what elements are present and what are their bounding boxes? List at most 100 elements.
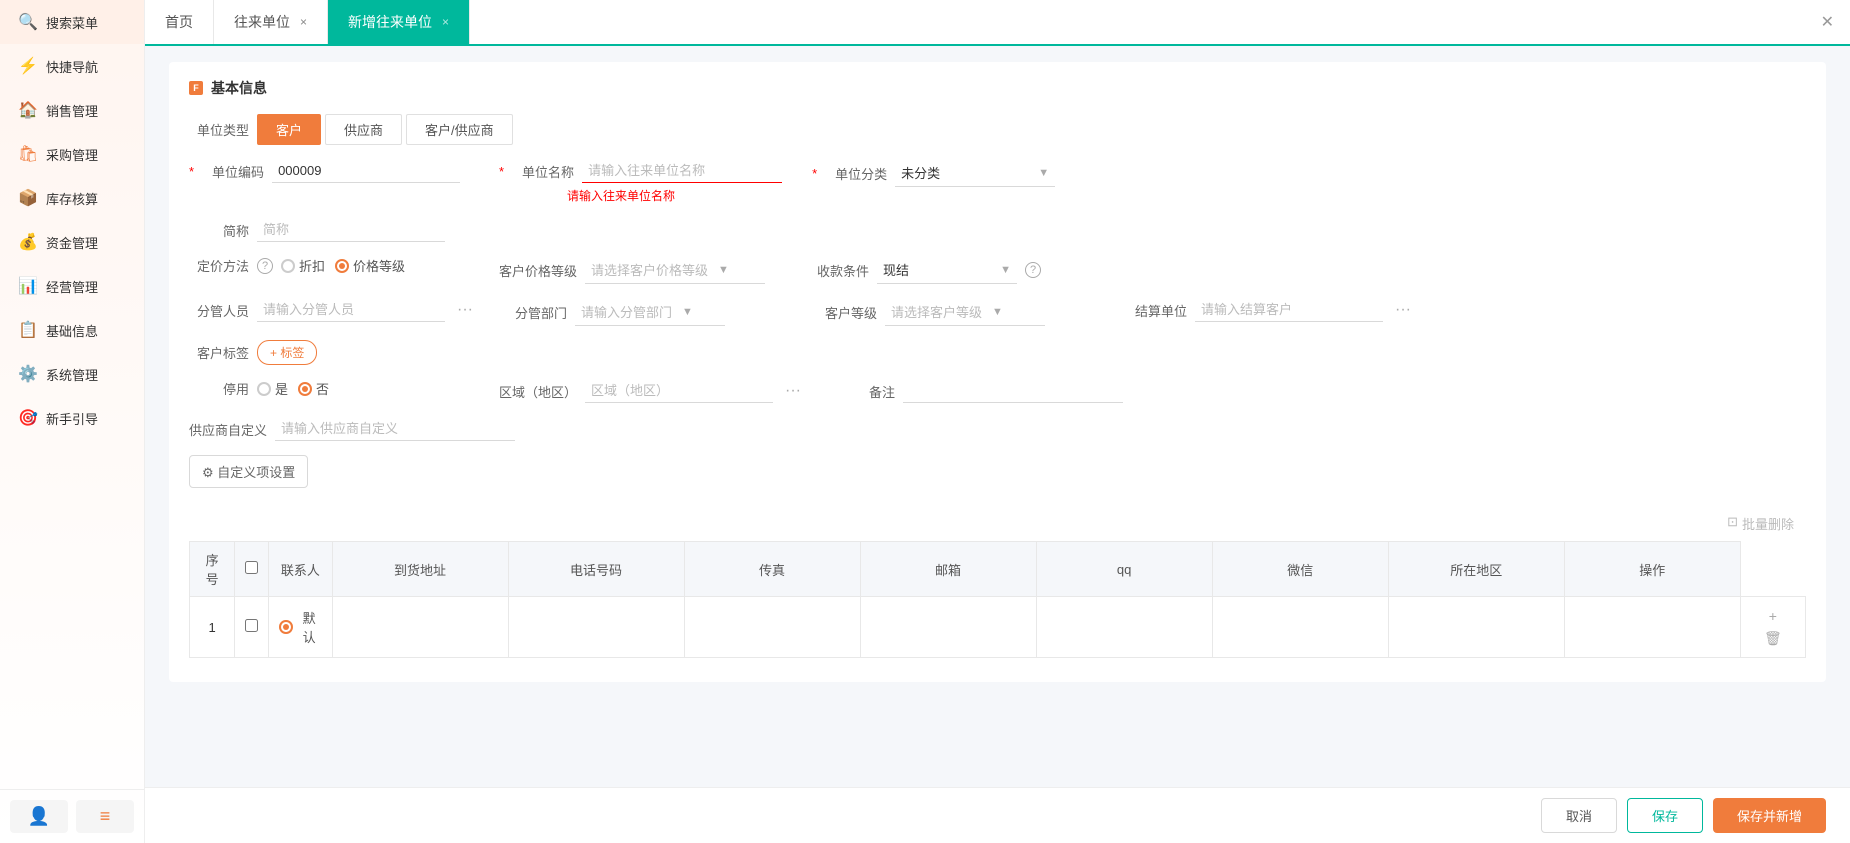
section-title-text: 基本信息 (211, 78, 267, 98)
radio-discount-label: 折扣 (299, 256, 325, 275)
row-checkbox[interactable] (245, 619, 258, 632)
unit-type-row: 单位类型 客户 供应商 客户/供应商 (189, 114, 1806, 145)
cell-checkbox[interactable] (235, 597, 269, 658)
disabled-radio-group: 是 否 (257, 379, 329, 398)
type-btn-customer[interactable]: 客户 (257, 114, 321, 145)
row-delete-btn[interactable]: 🗑 (1762, 627, 1784, 649)
wechat-input[interactable] (1406, 620, 1546, 635)
sidebar-bottom: 👤 ≡ (0, 789, 144, 843)
cell-email[interactable] (1036, 597, 1212, 658)
save-new-button[interactable]: 保存并新增 (1713, 798, 1826, 833)
sidebar-item-finance[interactable]: 💰 资金管理 (0, 220, 144, 264)
phone-input[interactable] (702, 620, 842, 635)
sidebar-item-guide[interactable]: 🎯 新手引导 (0, 396, 144, 440)
department-placeholder: 请输入分管部门 (581, 302, 672, 321)
col-default (235, 542, 269, 597)
tab-counterparty-close[interactable]: × (300, 15, 307, 29)
customer-level-select[interactable]: 请选择客户等级 ▼ (885, 298, 1045, 326)
sidebar-item-basic[interactable]: 📋 基础信息 (0, 308, 144, 352)
sidebar-item-inventory[interactable]: 📦 库存核算 (0, 176, 144, 220)
basic-icon: 📋 (18, 320, 38, 340)
customer-price-level-select[interactable]: 请选择客户价格等级 ▼ (585, 256, 765, 284)
pricing-radio-group: 折扣 价格等级 (281, 256, 405, 275)
sidebar-item-system[interactable]: ⚙️ 系统管理 (0, 352, 144, 396)
tab-counterparty[interactable]: 往来单位 × (214, 0, 328, 44)
row-default-radio[interactable]: 默认 (279, 608, 321, 646)
remarks-label: 备注 (835, 382, 895, 401)
settlement-more-btn[interactable]: ··· (1391, 301, 1415, 319)
cell-contact[interactable] (332, 597, 508, 658)
pricing-help-icon[interactable]: ? (257, 258, 273, 274)
fax-input[interactable] (878, 620, 1018, 635)
cell-qq[interactable] (1212, 597, 1388, 658)
customer-level-field: 客户等级 请选择客户等级 ▼ (817, 298, 1097, 326)
disabled-label: 停用 (189, 379, 249, 398)
sidebar-item-label: 快捷导航 (46, 57, 98, 76)
contacts-table: 序号 设为默认 联系人 到货地址 电话号码 传真 邮箱 qq 微信 所在地区 操… (189, 541, 1806, 658)
save-button[interactable]: 保存 (1627, 798, 1703, 833)
short-name-input[interactable] (257, 218, 445, 242)
cell-phone[interactable] (684, 597, 860, 658)
cell-address[interactable] (508, 597, 684, 658)
sidebar-expand-btn[interactable]: ≡ (76, 800, 134, 833)
sidebar-item-sales[interactable]: 🏠 销售管理 (0, 88, 144, 132)
region-input[interactable] (1582, 620, 1722, 635)
sidebar-item-operations[interactable]: 📊 经营管理 (0, 264, 144, 308)
sidebar-item-label: 资金管理 (46, 233, 98, 252)
region-input[interactable] (585, 379, 773, 403)
search-icon: 🔍 (18, 12, 38, 32)
custom-settings-btn[interactable]: ⚙ 自定义项设置 (189, 455, 308, 488)
supplier-custom-input[interactable] (275, 417, 515, 441)
address-input[interactable] (526, 620, 666, 635)
customer-price-level-placeholder: 请选择客户价格等级 (591, 260, 708, 279)
sidebar-item-quicknav[interactable]: ⚡ 快捷导航 (0, 44, 144, 88)
unit-name-input[interactable] (582, 159, 782, 183)
manager-more-btn[interactable]: ··· (453, 301, 477, 319)
supplier-custom-label: 供应商自定义 (189, 420, 267, 439)
batch-delete-label[interactable]: 批量删除 (1742, 514, 1794, 533)
unit-code-star: * (189, 164, 194, 179)
remarks-input[interactable] (903, 379, 1123, 403)
system-icon: ⚙️ (18, 364, 38, 384)
cell-fax[interactable] (860, 597, 1036, 658)
payment-terms-select[interactable]: 现结 ▼ (877, 256, 1017, 284)
pricing-method-field: 定价方法 ? 折扣 价格等级 (189, 256, 469, 275)
region-more-btn[interactable]: ··· (781, 382, 805, 400)
tab-new-counterparty[interactable]: 新增往来单位 × (328, 0, 470, 44)
unit-code-input[interactable] (272, 159, 460, 183)
department-select[interactable]: 请输入分管部门 ▼ (575, 298, 725, 326)
radio-discount[interactable]: 折扣 (281, 256, 325, 275)
email-input[interactable] (1054, 620, 1194, 635)
cell-region[interactable] (1564, 597, 1740, 658)
type-btn-supplier[interactable]: 供应商 (325, 114, 402, 145)
cust-level-arrow: ▼ (992, 306, 1003, 318)
sidebar-item-purchase[interactable]: 🛍 采购管理 (0, 132, 144, 176)
add-tag-btn[interactable]: + 标签 (257, 340, 317, 365)
unit-category-select[interactable]: 未分类 ▼ (895, 159, 1055, 187)
main-area: 首页 往来单位 × 新增往来单位 × ✕ F 基本信息 单位类型 客户 (145, 0, 1850, 843)
sidebar-item-search[interactable]: 🔍 搜索菜单 (0, 0, 144, 44)
radio-yes[interactable]: 是 (257, 379, 288, 398)
manager-input[interactable] (257, 298, 445, 322)
radio-no-label: 否 (316, 379, 329, 398)
cancel-button[interactable]: 取消 (1541, 798, 1617, 833)
remarks-field: 备注 (835, 379, 1123, 403)
main-close-btn[interactable]: ✕ (1805, 12, 1850, 32)
sidebar-item-label: 经营管理 (46, 277, 98, 296)
tab-home-label: 首页 (165, 12, 193, 32)
payment-help-icon[interactable]: ? (1025, 262, 1041, 278)
sidebar-user-btn[interactable]: 👤 (10, 800, 68, 833)
purchase-icon: 🛍 (18, 144, 38, 164)
qq-input[interactable] (1230, 620, 1370, 635)
tab-home[interactable]: 首页 (145, 0, 214, 44)
type-btn-both[interactable]: 客户/供应商 (406, 114, 513, 145)
settlement-unit-input[interactable] (1195, 298, 1383, 322)
tab-new-counterparty-close[interactable]: × (442, 15, 449, 29)
radio-price-level[interactable]: 价格等级 (335, 256, 405, 275)
cell-wechat[interactable] (1388, 597, 1564, 658)
select-all-checkbox[interactable] (245, 561, 258, 574)
manager-label: 分管人员 (189, 301, 249, 320)
contact-input[interactable] (350, 620, 490, 635)
row-add-btn[interactable]: + (1762, 605, 1784, 627)
radio-no[interactable]: 否 (298, 379, 329, 398)
